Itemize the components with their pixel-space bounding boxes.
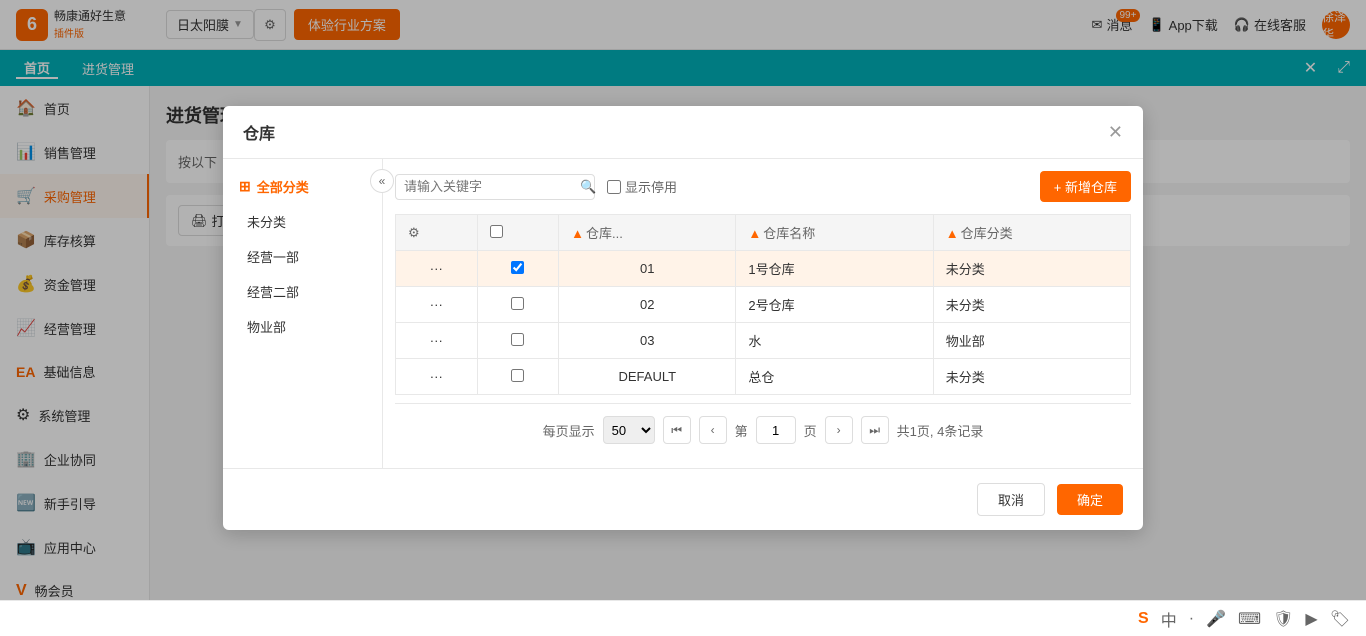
modal-footer: 取消 确定 <box>223 468 1143 530</box>
row-category: 未分类 <box>933 251 1130 287</box>
col-name: ▲仓库名称 <box>736 215 933 251</box>
row-name: 1号仓库 <box>736 251 933 287</box>
row-checkbox-cell <box>477 287 559 323</box>
modal-header: 仓库 ✕ <box>223 106 1143 159</box>
row-code: 03 <box>559 323 736 359</box>
pagination: 每页显示 50 20 100 ⏮ ‹ 第 页 › ⏭ 共1页, 4条记录 <box>395 403 1131 456</box>
row-checkbox[interactable] <box>511 297 524 310</box>
row-checkbox-cell <box>477 251 559 287</box>
bottom-icon-s[interactable]: S <box>1138 610 1149 628</box>
sort-icon: ▲ <box>571 226 584 241</box>
cancel-button[interactable]: 取消 <box>977 483 1045 516</box>
row-checkbox[interactable] <box>511 261 524 274</box>
last-page-button[interactable]: ⏭ <box>861 416 889 444</box>
category-item-ops2[interactable]: 经营二部 <box>223 274 382 309</box>
show-disabled-checkbox[interactable] <box>607 180 621 194</box>
row-actions[interactable]: ··· <box>396 287 478 323</box>
select-all-checkbox[interactable] <box>490 225 503 238</box>
category-item-property[interactable]: 物业部 <box>223 309 382 344</box>
modal-overlay: 仓库 ✕ « ⊞ 全部分类 未分类 经营一部 经营二部 物业部 <box>0 0 1366 636</box>
row-checkbox[interactable] <box>511 333 524 346</box>
row-category: 未分类 <box>933 287 1130 323</box>
row-checkbox-cell <box>477 323 559 359</box>
search-input[interactable] <box>404 179 580 194</box>
confirm-button[interactable]: 确定 <box>1057 484 1123 515</box>
table-row[interactable]: ··· 02 2号仓库 未分类 <box>396 287 1131 323</box>
bottom-icon-keyboard[interactable]: ⌨ <box>1238 609 1261 629</box>
show-disabled-wrap: 显示停用 <box>607 177 677 196</box>
search-icon: 🔍 <box>580 179 596 195</box>
row-checkbox[interactable] <box>511 369 524 382</box>
modal-close-button[interactable]: ✕ <box>1108 122 1123 143</box>
row-name: 总仓 <box>736 359 933 395</box>
row-actions[interactable]: ··· <box>396 359 478 395</box>
row-actions[interactable]: ··· <box>396 251 478 287</box>
row-actions[interactable]: ··· <box>396 323 478 359</box>
category-sidebar: « ⊞ 全部分类 未分类 经营一部 经营二部 物业部 <box>223 159 383 468</box>
table-row[interactable]: ··· 03 水 物业部 <box>396 323 1131 359</box>
row-checkbox-cell <box>477 359 559 395</box>
row-code: 01 <box>559 251 736 287</box>
table-toolbar: 🔍 显示停用 + 新增仓库 <box>395 171 1131 202</box>
category-all-icon: ⊞ <box>239 178 251 195</box>
modal-body: « ⊞ 全部分类 未分类 经营一部 经营二部 物业部 🔍 <box>223 159 1143 468</box>
col-category: ▲仓库分类 <box>933 215 1130 251</box>
add-warehouse-button[interactable]: + 新增仓库 <box>1040 171 1131 202</box>
bottom-icon-play[interactable]: ▶ <box>1305 609 1317 629</box>
page-number-input[interactable] <box>756 416 796 444</box>
table-area: 🔍 显示停用 + 新增仓库 ⚙ ▲仓库... <box>383 159 1143 468</box>
bottom-icon-mic[interactable]: 🎤 <box>1206 609 1226 629</box>
modal-title: 仓库 <box>243 120 275 144</box>
row-code: 02 <box>559 287 736 323</box>
category-item-ops1[interactable]: 经营一部 <box>223 239 382 274</box>
row-name: 水 <box>736 323 933 359</box>
col-checkbox <box>477 215 559 251</box>
prev-page-button[interactable]: ‹ <box>699 416 727 444</box>
bottom-bar: S 中 · 🎤 ⌨ 🛡 ▶ 🏷 <box>0 600 1366 636</box>
row-name: 2号仓库 <box>736 287 933 323</box>
col-code: ▲仓库... <box>559 215 736 251</box>
warehouse-modal: 仓库 ✕ « ⊞ 全部分类 未分类 经营一部 经营二部 物业部 <box>223 106 1143 530</box>
row-category: 物业部 <box>933 323 1130 359</box>
sort-icon-cat: ▲ <box>946 226 959 241</box>
bottom-icon-shield[interactable]: 🛡 <box>1273 609 1293 629</box>
sort-icon-name: ▲ <box>748 226 761 241</box>
first-page-button[interactable]: ⏮ <box>663 416 691 444</box>
col-gear: ⚙ <box>396 215 478 251</box>
row-category: 未分类 <box>933 359 1130 395</box>
category-item-uncategorized[interactable]: 未分类 <box>223 204 382 239</box>
bottom-icon-lang[interactable]: 中 <box>1161 607 1177 631</box>
row-code: DEFAULT <box>559 359 736 395</box>
category-collapse-button[interactable]: « <box>370 169 394 193</box>
per-page-select[interactable]: 50 20 100 <box>603 416 655 444</box>
bottom-icon-tag[interactable]: 🏷 <box>1330 609 1350 629</box>
next-page-button[interactable]: › <box>825 416 853 444</box>
bottom-icon-dot[interactable]: · <box>1189 610 1194 628</box>
search-wrap: 🔍 <box>395 174 595 200</box>
warehouse-table: ⚙ ▲仓库... ▲仓库名称 ▲仓库分类 ··· 01 1号仓库 未分类 ···… <box>395 214 1131 395</box>
table-row[interactable]: ··· DEFAULT 总仓 未分类 <box>396 359 1131 395</box>
category-all[interactable]: ⊞ 全部分类 <box>223 169 382 204</box>
table-row[interactable]: ··· 01 1号仓库 未分类 <box>396 251 1131 287</box>
